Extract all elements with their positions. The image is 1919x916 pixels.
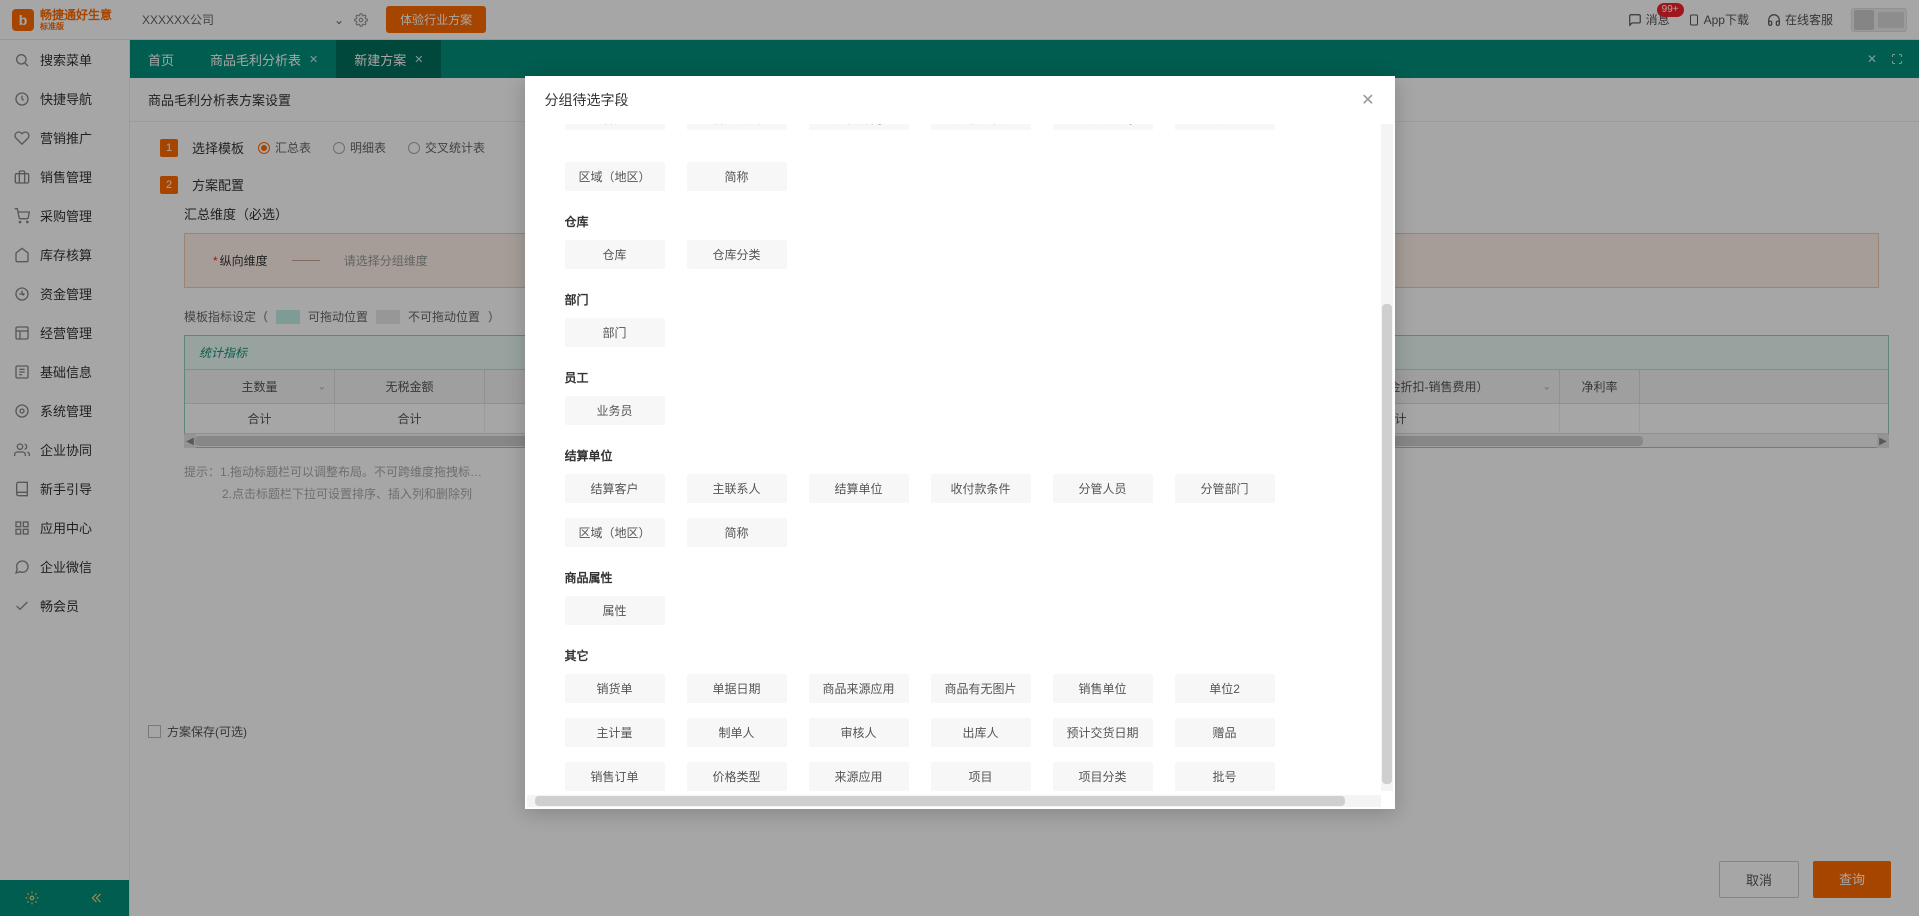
modal-section-title: 商品属性 — [565, 569, 1367, 586]
field-chip[interactable]: 属性 — [565, 596, 665, 625]
field-chip[interactable]: 批号 — [1175, 762, 1275, 791]
modal-section-5: 其它销货单单据日期商品来源应用商品有无图片销售单位单位2 主计量制单人审核人出库人… — [565, 647, 1367, 791]
modal-section-title: 结算单位 — [565, 447, 1367, 464]
field-select-modal: 分组待选字段 ✕ 客户客户分类分管部门分管人员主联系方式主联系人销售单位区域（地… — [525, 76, 1395, 809]
modal-section-title: 其它 — [565, 647, 1367, 664]
modal-extra-row: 区域（地区） 简称 — [565, 162, 1367, 191]
field-chip[interactable]: 仓库分类 — [687, 240, 787, 269]
field-chip[interactable]: 赠品 — [1175, 718, 1275, 747]
field-chip[interactable]: 分管人员 — [1053, 474, 1153, 503]
field-chip[interactable]: 结算单位 — [809, 474, 909, 503]
modal-section-title: 部门 — [565, 291, 1367, 308]
modal-body: 客户客户分类分管部门分管人员主联系方式主联系人销售单位区域（地区）简称仓库仓库仓… — [525, 124, 1395, 809]
field-chip[interactable]: 收付款条件 — [931, 474, 1031, 503]
modal-section-2: 员工业务员 — [565, 369, 1367, 425]
modal-header: 分组待选字段 ✕ — [525, 76, 1395, 124]
field-chip[interactable]: 主计量 — [565, 718, 665, 747]
modal-partial-row: 客户客户分类分管部门分管人员主联系方式主联系人销售单位 — [565, 124, 1367, 130]
field-chip[interactable]: 区域（地区） — [565, 162, 665, 191]
field-chip[interactable]: 区域（地区） — [565, 518, 665, 547]
field-chip[interactable]: 单据日期 — [687, 674, 787, 703]
field-chip[interactable]: 分管部门 — [1175, 474, 1275, 503]
field-chip[interactable]: 客户分类 — [687, 124, 787, 130]
modal-section-4: 商品属性属性 — [565, 569, 1367, 625]
modal-section-chips: 部门 — [565, 318, 1367, 347]
field-chip[interactable]: 预计交货日期 — [1053, 718, 1153, 747]
field-chip[interactable]: 项目分类 — [1053, 762, 1153, 791]
modal-section-title: 员工 — [565, 369, 1367, 386]
field-chip[interactable]: 仓库 — [565, 240, 665, 269]
field-chip[interactable]: 分管部门 — [809, 124, 909, 130]
field-chip[interactable]: 销货单 — [565, 674, 665, 703]
field-chip[interactable]: 出库人 — [931, 718, 1031, 747]
field-chip[interactable]: 简称 — [687, 162, 787, 191]
field-chip[interactable]: 部门 — [565, 318, 665, 347]
field-chip[interactable]: 销售单位 — [1053, 674, 1153, 703]
field-chip[interactable]: 客户 — [565, 124, 665, 130]
modal-section-chips: 属性 — [565, 596, 1367, 625]
field-chip[interactable]: 制单人 — [687, 718, 787, 747]
modal-horizontal-scrollbar[interactable] — [527, 795, 1381, 807]
field-chip[interactable]: 主联系人 — [687, 474, 787, 503]
field-chip[interactable]: 审核人 — [809, 718, 909, 747]
modal-close-icon[interactable]: ✕ — [1361, 90, 1374, 110]
field-chip[interactable]: 销售订单 — [565, 762, 665, 791]
field-chip[interactable]: 商品有无图片 — [931, 674, 1031, 703]
modal-section-title: 仓库 — [565, 213, 1367, 230]
modal-section-chips: 结算客户主联系人结算单位收付款条件分管人员分管部门区域（地区） 简称 — [565, 474, 1367, 547]
modal-vscroll-thumb[interactable] — [1382, 304, 1392, 784]
field-chip[interactable]: 单位2 — [1175, 674, 1275, 703]
field-chip[interactable]: 业务员 — [565, 396, 665, 425]
modal-vertical-scrollbar[interactable] — [1381, 124, 1393, 791]
field-chip[interactable]: 项目 — [931, 762, 1031, 791]
field-chip[interactable]: 来源应用 — [809, 762, 909, 791]
modal-section-0: 仓库仓库仓库分类 — [565, 213, 1367, 269]
field-chip[interactable]: 商品来源应用 — [809, 674, 909, 703]
field-chip[interactable]: 结算客户 — [565, 474, 665, 503]
field-chip[interactable]: 价格类型 — [687, 762, 787, 791]
modal-section-3: 结算单位结算客户主联系人结算单位收付款条件分管人员分管部门区域（地区）简称 — [565, 447, 1367, 547]
field-chip[interactable]: 主联系人 — [1175, 124, 1275, 130]
modal-section-chips: 销货单单据日期商品来源应用商品有无图片销售单位单位2 主计量制单人审核人出库人预计… — [565, 674, 1367, 791]
modal-section-chips: 业务员 — [565, 396, 1367, 425]
field-chip[interactable]: 分管人员 — [931, 124, 1031, 130]
modal-section-chips: 仓库仓库分类 — [565, 240, 1367, 269]
modal-hscroll-thumb[interactable] — [535, 796, 1345, 806]
field-chip[interactable]: 简称 — [687, 518, 787, 547]
modal-section-1: 部门部门 — [565, 291, 1367, 347]
modal-title: 分组待选字段 — [545, 90, 629, 110]
field-chip[interactable]: 主联系方式 — [1053, 124, 1153, 130]
